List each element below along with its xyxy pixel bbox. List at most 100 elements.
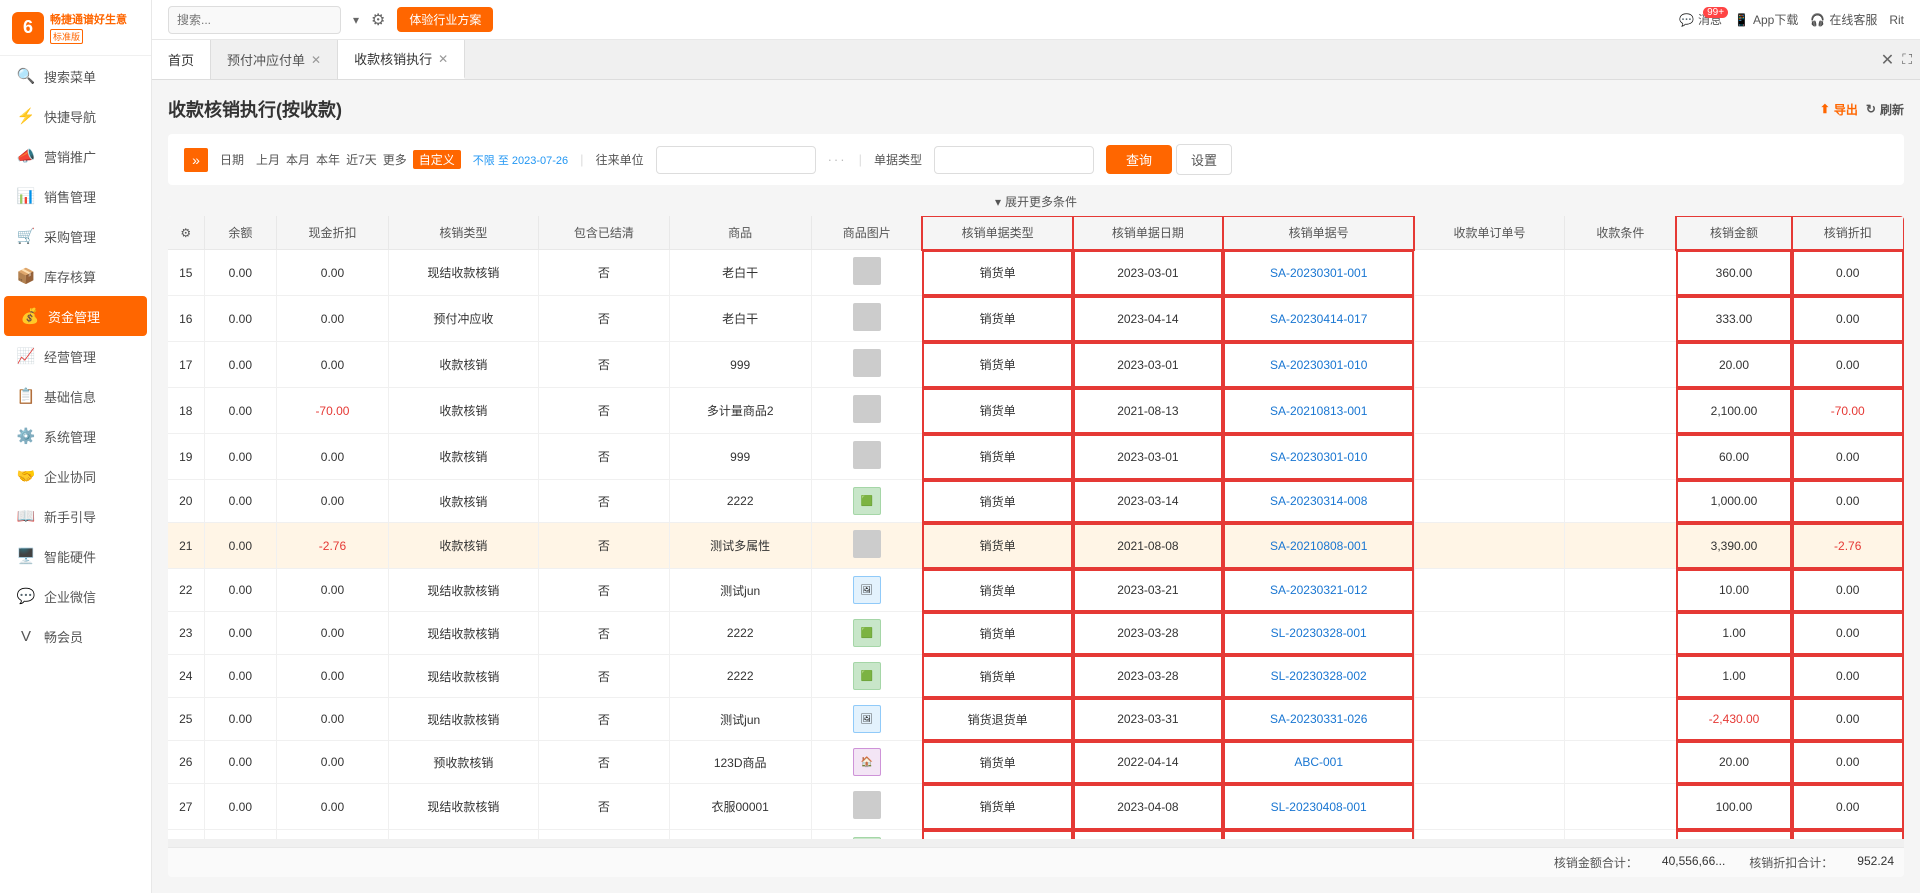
topbar-app-download[interactable]: 📱 App下载 <box>1734 11 1798 28</box>
topbar-gear-icon[interactable]: ⚙ <box>371 10 385 30</box>
cell-amount: 1.00 <box>1676 655 1792 698</box>
cell-goods: 测试多属性 <box>669 523 811 569</box>
date-last-month[interactable]: 上月 <box>256 151 280 168</box>
cell-bill-no[interactable]: SA-20210808-001 <box>1223 523 1414 569</box>
topbar-user[interactable]: Rit <box>1889 13 1904 27</box>
cell-goods-img <box>811 342 922 388</box>
bill-no-link[interactable]: SA-20210813-001 <box>1270 404 1367 418</box>
cell-goods-img: 🟩 <box>811 612 922 655</box>
sidebar-item-营销推广[interactable]: 📣营销推广 <box>0 136 151 176</box>
sidebar-item-采购管理[interactable]: 🛒采购管理 <box>0 216 151 256</box>
tab-label-0: 首页 <box>168 50 194 69</box>
col-order-no: 收款单订单号 <box>1414 216 1564 250</box>
sidebar-items-container: 🔍搜索菜单⚡快捷导航📣营销推广📊销售管理🛒采购管理📦库存核算💰资金管理📈经营管理… <box>0 56 151 656</box>
sidebar-item-智能硬件[interactable]: 🖥️智能硬件 <box>0 536 151 576</box>
topbar-service[interactable]: 🎧 在线客服 <box>1810 11 1877 28</box>
bill-no-link[interactable]: SA-20230331-026 <box>1270 712 1367 726</box>
sidebar-item-系统管理[interactable]: ⚙️系统管理 <box>0 416 151 456</box>
horizontal-scrollbar[interactable] <box>168 839 1904 847</box>
cell-bill-no[interactable]: SL-20230328-001 <box>1223 612 1414 655</box>
bill-no-link[interactable]: SA-20230314-008 <box>1270 494 1367 508</box>
cell-bill-no[interactable]: SA-20210813-001 <box>1223 388 1414 434</box>
table-row: 20 0.00 0.00 收款核销 否 2222 🟩 销货单 2023-03-1… <box>168 480 1904 523</box>
bill-no-link[interactable]: SA-20230414-017 <box>1270 312 1367 326</box>
cell-bill-no[interactable]: SA-20230301-010 <box>1223 434 1414 480</box>
bill-no-link[interactable]: SL-20230328-001 <box>1271 626 1367 640</box>
bill-type-select[interactable] <box>934 146 1094 174</box>
sidebar-item-资金管理[interactable]: 💰资金管理 <box>4 296 147 336</box>
tab-1[interactable]: 预付冲应付单 ✕ <box>211 40 338 79</box>
tab-close-2[interactable]: ✕ <box>438 52 448 66</box>
cell-settled: 否 <box>538 388 669 434</box>
filter-expand-button[interactable]: » <box>184 148 208 172</box>
maximize-icon[interactable]: ⛶ <box>1902 51 1912 68</box>
sidebar-item-企业微信[interactable]: 💬企业微信 <box>0 576 151 616</box>
date-more[interactable]: 更多 <box>383 151 407 168</box>
topbar-message[interactable]: 💬 消息 99+ <box>1679 11 1722 28</box>
bill-no-link[interactable]: SA-20230301-010 <box>1270 450 1367 464</box>
solution-button[interactable]: 体验行业方案 <box>397 7 493 32</box>
date-custom[interactable]: 自定义 <box>413 150 461 169</box>
cell-bill-no[interactable]: SL-20230408-001 <box>1223 784 1414 830</box>
topbar-dropdown-icon[interactable]: ▾ <box>353 13 359 27</box>
cell-condition <box>1565 830 1676 840</box>
cell-bill-no[interactable]: SL-20230418-001 <box>1223 830 1414 840</box>
sidebar-icon-8: 📋 <box>16 386 36 406</box>
bill-type-label: 单据类型 <box>874 151 922 168</box>
col-settings[interactable]: ⚙ <box>168 216 204 250</box>
cell-bill-no[interactable]: SA-20230414-017 <box>1223 296 1414 342</box>
cell-bill-no[interactable]: SA-20230331-026 <box>1223 698 1414 741</box>
page-header: 收款核销执行(按收款) ⬆ 导出 ↻ 刷新 <box>168 96 1904 122</box>
cell-goods: 2222 <box>669 612 811 655</box>
sidebar-item-搜索菜单[interactable]: 🔍搜索菜单 <box>0 56 151 96</box>
table-wrapper[interactable]: ⚙ 余额 现金折扣 核销类型 包含已结清 商品 商品图片 核销单据类型 核销单据… <box>168 216 1904 839</box>
refresh-button[interactable]: ↻ 刷新 <box>1866 101 1904 118</box>
sidebar-item-畅会员[interactable]: V畅会员 <box>0 616 151 656</box>
cell-condition <box>1565 388 1676 434</box>
sidebar-icon-12: 🖥️ <box>16 546 36 566</box>
close-window-icon[interactable]: ✕ <box>1881 50 1894 70</box>
bill-no-link[interactable]: SA-20210808-001 <box>1270 539 1367 553</box>
cell-bill-no[interactable]: ABC-001 <box>1223 741 1414 784</box>
sidebar-item-基础信息[interactable]: 📋 基础信息 <box>0 376 151 416</box>
sidebar-item-销售管理[interactable]: 📊销售管理 <box>0 176 151 216</box>
sidebar-item-企业协同[interactable]: 🤝企业协同 <box>0 456 151 496</box>
cell-bill-no[interactable]: SA-20230314-008 <box>1223 480 1414 523</box>
sidebar-item-快捷导航[interactable]: ⚡快捷导航 <box>0 96 151 136</box>
tab-close-1[interactable]: ✕ <box>311 53 321 67</box>
bill-no-link[interactable]: SL-20230408-001 <box>1271 800 1367 814</box>
cell-order-no <box>1414 250 1564 296</box>
date-this-month[interactable]: 本月 <box>286 151 310 168</box>
tab-label-1: 预付冲应付单 <box>227 50 305 69</box>
topbar-search-input[interactable] <box>168 6 341 34</box>
sidebar-label-8: 基础信息 <box>44 387 96 406</box>
cell-bill-no[interactable]: SA-20230321-012 <box>1223 569 1414 612</box>
tab-2[interactable]: 收款核销执行✕ <box>338 40 465 79</box>
query-button[interactable]: 查询 <box>1106 145 1172 174</box>
cell-type: 收款核销 <box>388 388 538 434</box>
cell-balance: 0.00 <box>204 250 277 296</box>
bill-no-link[interactable]: SA-20230301-010 <box>1270 358 1367 372</box>
cell-bill-no[interactable]: SL-20230328-002 <box>1223 655 1414 698</box>
settings-button[interactable]: 设置 <box>1176 144 1232 175</box>
bill-no-link[interactable]: SA-20230301-001 <box>1270 266 1367 280</box>
bill-no-link[interactable]: SL-20230328-002 <box>1271 669 1367 683</box>
expand-more-button[interactable]: ▾ 展开更多条件 <box>995 193 1077 210</box>
cell-goods-img <box>811 296 922 342</box>
cell-bill-no[interactable]: SA-20230301-010 <box>1223 342 1414 388</box>
cell-bill-date: 2023-04-18 <box>1073 830 1223 840</box>
sidebar-item-新手引导[interactable]: 📖新手引导 <box>0 496 151 536</box>
tab-0[interactable]: 首页 <box>152 40 211 79</box>
date-7days[interactable]: 近7天 <box>346 151 377 168</box>
sidebar-item-库存核算[interactable]: 📦库存核算 <box>0 256 151 296</box>
data-table: ⚙ 余额 现金折扣 核销类型 包含已结清 商品 商品图片 核销单据类型 核销单据… <box>168 216 1904 839</box>
export-button[interactable]: ⬆ 导出 <box>1820 101 1858 118</box>
col-cash-discount: 现金折扣 <box>277 216 388 250</box>
partner-input[interactable] <box>656 146 816 174</box>
bill-no-link[interactable]: SA-20230321-012 <box>1270 583 1367 597</box>
bill-no-link[interactable]: ABC-001 <box>1294 755 1343 769</box>
col-bill-type: 核销单据类型 <box>922 216 1072 250</box>
date-this-year[interactable]: 本年 <box>316 151 340 168</box>
sidebar-item-经营管理[interactable]: 📈经营管理 <box>0 336 151 376</box>
cell-bill-no[interactable]: SA-20230301-001 <box>1223 250 1414 296</box>
